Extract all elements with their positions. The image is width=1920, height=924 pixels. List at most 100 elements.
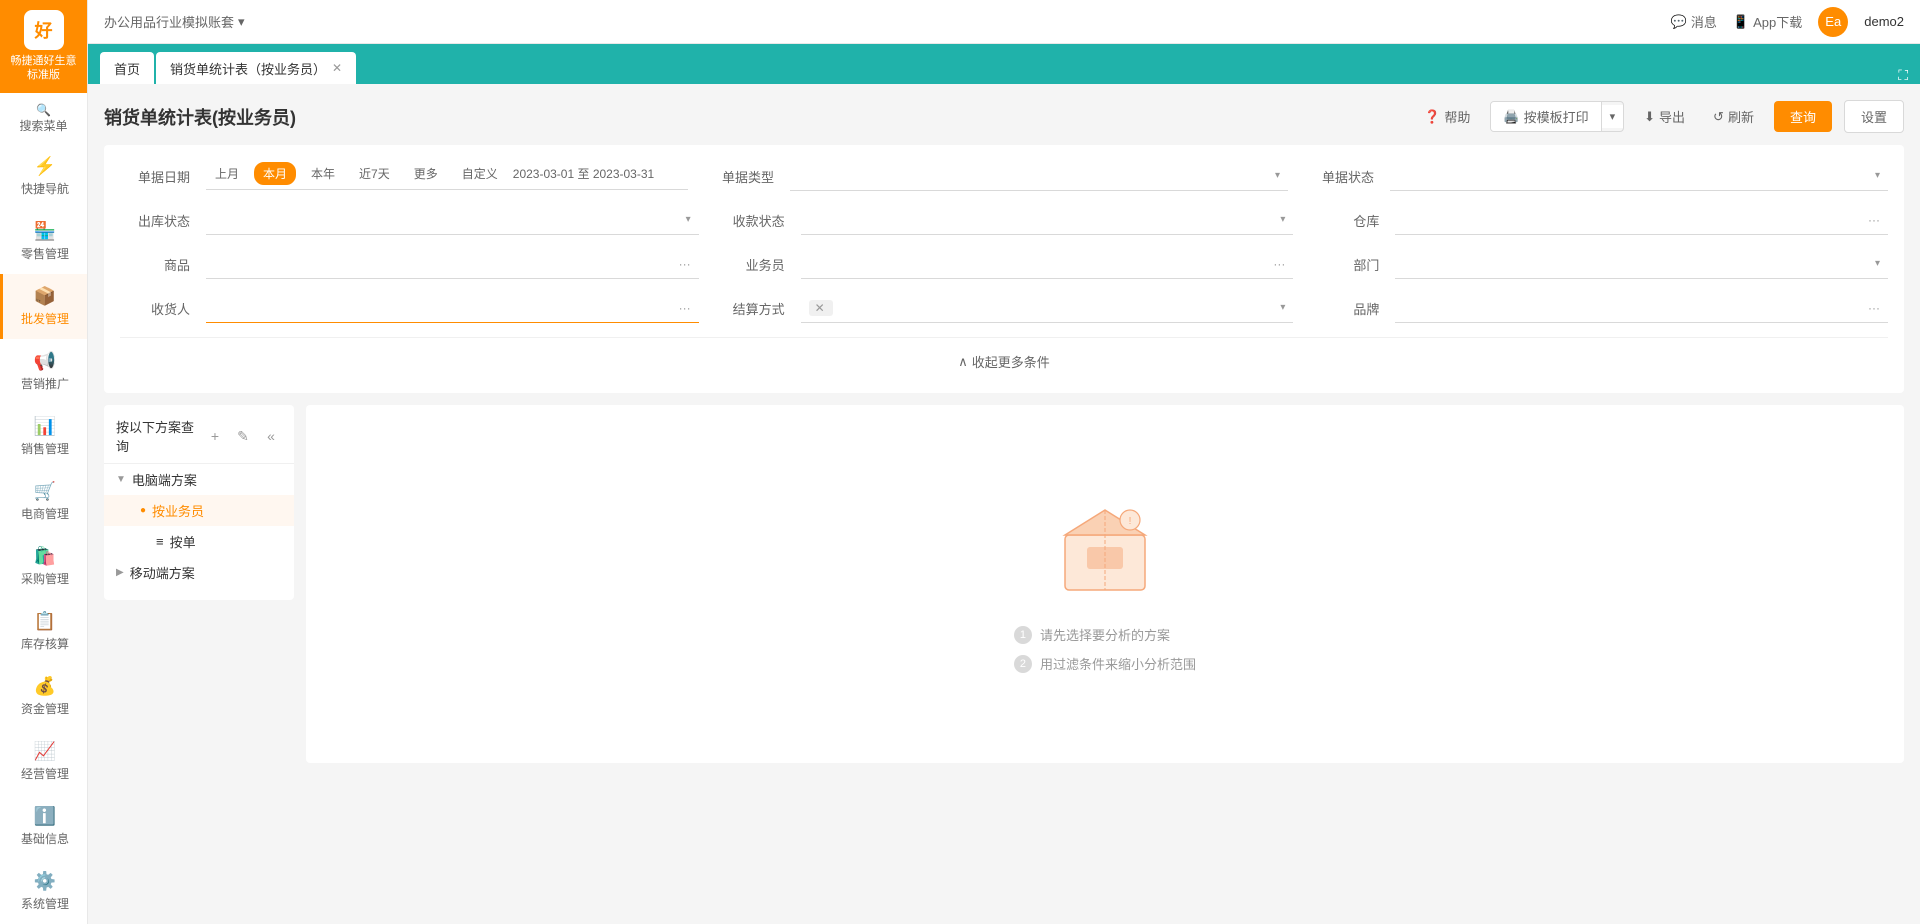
sidebar-item-retail[interactable]: 🏪 零售管理 [0, 209, 87, 274]
tab-sales-stat[interactable]: 销货单统计表（按业务员） ✕ [156, 52, 356, 84]
mobile-expand-icon: ▶ [116, 567, 124, 578]
collapse-btn[interactable]: ∧ 收起更多条件 [120, 346, 1888, 377]
date-btn-custom[interactable]: 自定义 [453, 162, 507, 185]
refresh-btn[interactable]: ↺ 刷新 [1705, 103, 1762, 130]
topbar-title-dropdown[interactable]: 办公用品行业模拟账套 ▾ [104, 12, 245, 31]
topbar-title: 办公用品行业模拟账套 [104, 12, 234, 31]
logo[interactable]: 好 畅捷通好生意 标准版 [0, 0, 87, 93]
filter-row-4: 收货人 ··· 结算方式 ✕ ▾ 品牌 ··· [120, 293, 1888, 323]
dept-label: 部门 [1309, 255, 1379, 274]
collapse-panel-btn[interactable]: « [260, 425, 282, 447]
doc-status-control[interactable]: ▾ [1390, 161, 1888, 191]
step-2-num: 2 [1014, 655, 1032, 673]
sidebar-item-sales[interactable]: 📊 销售管理 [0, 404, 87, 469]
settlement-clear-btn[interactable]: ✕ [815, 301, 825, 315]
print-dropdown-btn[interactable]: ▾ [1602, 105, 1624, 128]
sales-label: 销售管理 [21, 440, 69, 457]
payment-status-control[interactable]: ▾ [801, 205, 1294, 235]
date-btn-7days[interactable]: 近7天 [350, 162, 399, 185]
date-btn-this-year[interactable]: 本年 [302, 162, 344, 185]
sidebar-item-quick-nav[interactable]: ⚡ 快捷导航 [0, 144, 87, 209]
empty-steps-list: 1 请先选择要分析的方案 2 用过滤条件来缩小分析范围 [1014, 625, 1196, 683]
refresh-label: 刷新 [1728, 107, 1754, 126]
tree-child-by-staff[interactable]: ● 按业务员 [104, 495, 294, 526]
left-panel: 按以下方案查询 + ✎ « ▼ 电脑端方案 ● 按业务员 [104, 405, 294, 600]
sidebar-item-marketing[interactable]: 📢 营销推广 [0, 339, 87, 404]
tree-node-desktop[interactable]: ▼ 电脑端方案 [104, 464, 294, 495]
filter-row-2: 出库状态 ▾ 收款状态 ▾ 仓库 ··· [120, 205, 1888, 235]
query-label: 查询 [1790, 107, 1816, 126]
tab-maximize-icon[interactable]: ⛶ [1898, 67, 1908, 84]
settings-btn[interactable]: 设置 [1844, 100, 1904, 133]
staff-more-icon: ··· [1273, 257, 1285, 271]
topbar-actions: 💬 消息 📱 App下载 Ea demo2 [1671, 7, 1904, 37]
goods-control[interactable]: ··· [206, 249, 699, 279]
export-label: 导出 [1659, 107, 1685, 126]
date-btn-this-month[interactable]: 本月 [254, 162, 296, 185]
sidebar-item-finance[interactable]: 💰 资金管理 [0, 664, 87, 729]
retail-icon: 🏪 [34, 221, 56, 242]
out-status-arrow-icon: ▾ [686, 214, 691, 225]
date-btn-more[interactable]: 更多 [405, 162, 447, 185]
inventory-label: 库存核算 [21, 635, 69, 652]
sidebar-item-purchase[interactable]: 🛍️ 采购管理 [0, 534, 87, 599]
brand-label: 品牌 [1309, 299, 1379, 318]
user-name[interactable]: demo2 [1864, 14, 1904, 29]
order-node-icon: ≡ [156, 534, 164, 549]
system-label: 系统管理 [21, 895, 69, 912]
collapse-chevron-icon: ∧ [958, 354, 968, 370]
tab-sales-stat-label: 销货单统计表（按业务员） [170, 59, 326, 78]
filter-row-3: 商品 ··· 业务员 ··· 部门 ▾ [120, 249, 1888, 279]
sidebar-item-ecommerce[interactable]: 🛒 电商管理 [0, 469, 87, 534]
warehouse-control[interactable]: ··· [1395, 205, 1888, 235]
export-btn[interactable]: ⬇ 导出 [1636, 103, 1693, 130]
tree-child-by-order[interactable]: ≡ 按单 [104, 526, 294, 557]
settlement-label: 结算方式 [715, 299, 785, 318]
sidebar-item-operation[interactable]: 📈 经营管理 [0, 729, 87, 794]
staff-control[interactable]: ··· [801, 249, 1294, 279]
out-status-control[interactable]: ▾ [206, 205, 699, 235]
sidebar-item-wholesale[interactable]: 📦 批发管理 [0, 274, 87, 339]
left-panel-actions: + ✎ « [204, 425, 282, 447]
query-btn[interactable]: 查询 [1774, 101, 1832, 132]
edit-scheme-btn[interactable]: ✎ [232, 425, 254, 447]
search-menu[interactable]: 🔍 搜索菜单 [0, 93, 87, 144]
settlement-control[interactable]: ✕ ▾ [801, 293, 1294, 323]
filter-panel: 单据日期 上月 本月 本年 近7天 更多 自定义 2023-03-01 至 20… [104, 145, 1904, 393]
help-btn[interactable]: ❓ 帮助 [1416, 103, 1478, 130]
tab-bar: 首页 销货单统计表（按业务员） ✕ ⛶ [88, 44, 1920, 84]
dept-control[interactable]: ▾ [1395, 249, 1888, 279]
tree-node-mobile[interactable]: ▶ 移动端方案 [104, 557, 294, 588]
app-download-btn[interactable]: 📱 App下载 [1733, 12, 1802, 31]
tab-close-icon[interactable]: ✕ [332, 61, 342, 75]
add-scheme-btn[interactable]: + [204, 425, 226, 447]
receiver-control[interactable]: ··· [206, 293, 699, 323]
refresh-icon: ↺ [1713, 109, 1724, 125]
sidebar-item-system[interactable]: ⚙️ 系统管理 [0, 859, 87, 924]
date-filter-group: 上月 本月 本年 近7天 更多 自定义 2023-03-01 至 2023-03… [206, 162, 688, 185]
doc-type-control[interactable]: ▾ [790, 161, 1288, 191]
sidebar-nav: 🏪 零售管理 📦 批发管理 📢 营销推广 📊 销售管理 🛒 电商管理 🛍️ 采购… [0, 209, 87, 924]
date-label: 单据日期 [120, 167, 190, 186]
print-btn-group: 🖨️ 按模板打印 ▾ [1490, 101, 1624, 132]
sidebar-item-basic[interactable]: ℹ️ 基础信息 [0, 794, 87, 859]
doc-status-label: 单据状态 [1304, 167, 1374, 186]
warehouse-more-icon: ··· [1868, 213, 1880, 227]
goods-label: 商品 [120, 255, 190, 274]
sales-icon: 📊 [34, 416, 56, 437]
message-btn[interactable]: 💬 消息 [1671, 12, 1717, 31]
help-icon: ❓ [1424, 109, 1440, 125]
date-range-text: 2023-03-01 至 2023-03-31 [513, 165, 654, 182]
operation-label: 经营管理 [21, 765, 69, 782]
date-btn-last-month[interactable]: 上月 [206, 162, 248, 185]
tab-home[interactable]: 首页 [100, 52, 154, 84]
print-btn[interactable]: 🖨️ 按模板打印 [1491, 102, 1601, 131]
retail-label: 零售管理 [21, 245, 69, 262]
sidebar-item-inventory[interactable]: 📋 库存核算 [0, 599, 87, 664]
settings-label: 设置 [1861, 107, 1887, 126]
payment-status-arrow-icon: ▾ [1280, 214, 1285, 225]
user-avatar[interactable]: Ea [1818, 7, 1848, 37]
receiver-more-icon: ··· [679, 301, 691, 315]
brand-control[interactable]: ··· [1395, 293, 1888, 323]
filter-row-1: 单据日期 上月 本月 本年 近7天 更多 自定义 2023-03-01 至 20… [120, 161, 1888, 191]
